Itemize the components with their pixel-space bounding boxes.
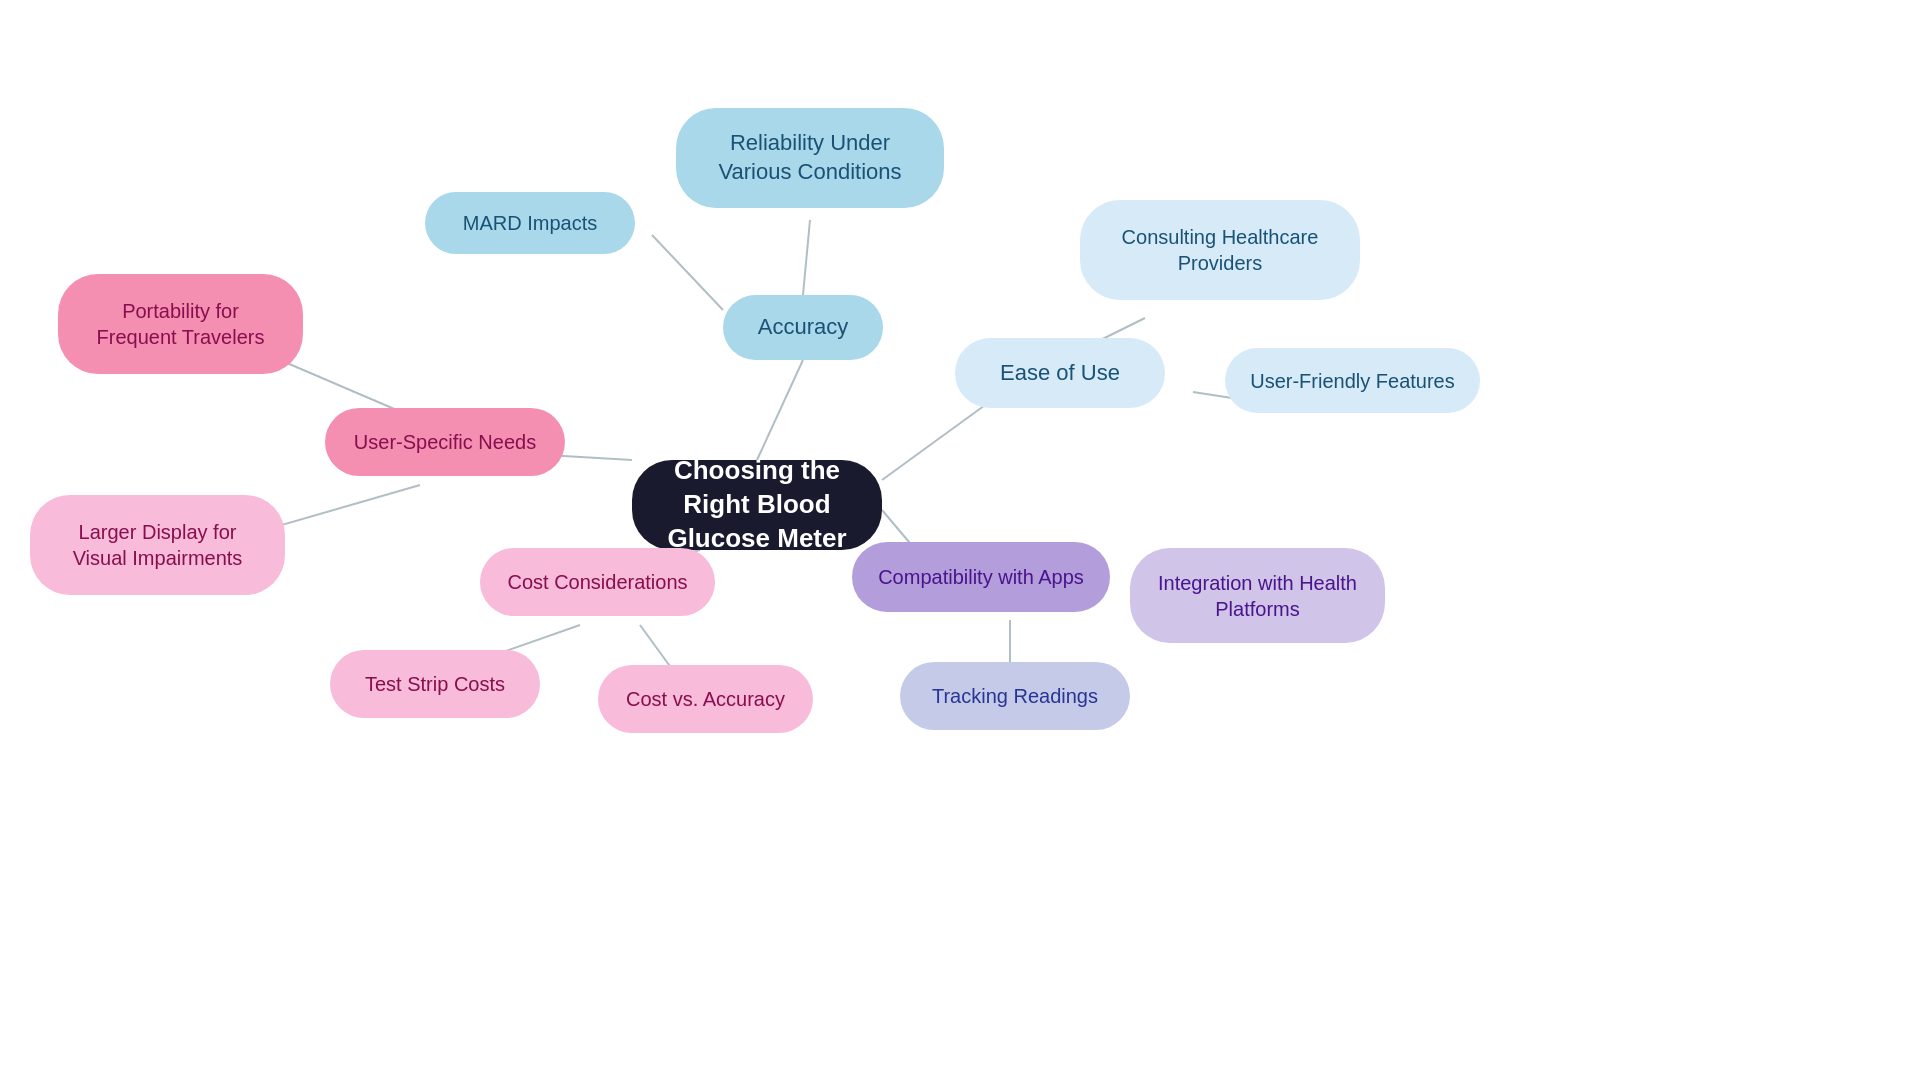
cost-vs-accuracy-node: Cost vs. Accuracy bbox=[598, 665, 813, 733]
svg-line-2 bbox=[652, 235, 723, 310]
consulting-label: Consulting Healthcare Providers bbox=[1102, 224, 1338, 276]
mard-node: MARD Impacts bbox=[425, 192, 635, 254]
integration-node: Integration with Health Platforms bbox=[1130, 548, 1385, 643]
center-node: Choosing the Right Blood Glucose Meter bbox=[632, 460, 882, 550]
reliability-label: Reliability Under Various Conditions bbox=[698, 129, 922, 186]
reliability-node: Reliability Under Various Conditions bbox=[676, 108, 944, 208]
test-strip-node: Test Strip Costs bbox=[330, 650, 540, 718]
ease-of-use-node: Ease of Use bbox=[955, 338, 1165, 408]
user-specific-node: User-Specific Needs bbox=[325, 408, 565, 476]
larger-display-label: Larger Display for Visual Impairments bbox=[52, 519, 263, 571]
cost-considerations-node: Cost Considerations bbox=[480, 548, 715, 616]
center-label: Choosing the Right Blood Glucose Meter bbox=[654, 454, 860, 555]
user-friendly-node: User-Friendly Features bbox=[1225, 348, 1480, 413]
ease-of-use-label: Ease of Use bbox=[1000, 359, 1120, 388]
larger-display-node: Larger Display for Visual Impairments bbox=[30, 495, 285, 595]
compatibility-label: Compatibility with Apps bbox=[878, 564, 1084, 590]
user-friendly-label: User-Friendly Features bbox=[1250, 368, 1455, 394]
portability-node: Portability for Frequent Travelers bbox=[58, 274, 303, 374]
cost-considerations-label: Cost Considerations bbox=[507, 569, 687, 595]
compatibility-node: Compatibility with Apps bbox=[852, 542, 1110, 612]
svg-line-0 bbox=[757, 360, 803, 460]
user-specific-label: User-Specific Needs bbox=[354, 429, 536, 455]
accuracy-label: Accuracy bbox=[758, 313, 848, 342]
integration-label: Integration with Health Platforms bbox=[1152, 570, 1363, 622]
tracking-node: Tracking Readings bbox=[900, 662, 1130, 730]
portability-label: Portability for Frequent Travelers bbox=[80, 298, 281, 350]
test-strip-label: Test Strip Costs bbox=[365, 671, 505, 697]
mard-label: MARD Impacts bbox=[463, 210, 597, 236]
cost-vs-accuracy-label: Cost vs. Accuracy bbox=[626, 686, 785, 712]
tracking-label: Tracking Readings bbox=[932, 683, 1098, 709]
accuracy-node: Accuracy bbox=[723, 295, 883, 360]
svg-line-1 bbox=[803, 220, 810, 295]
consulting-node: Consulting Healthcare Providers bbox=[1080, 200, 1360, 300]
